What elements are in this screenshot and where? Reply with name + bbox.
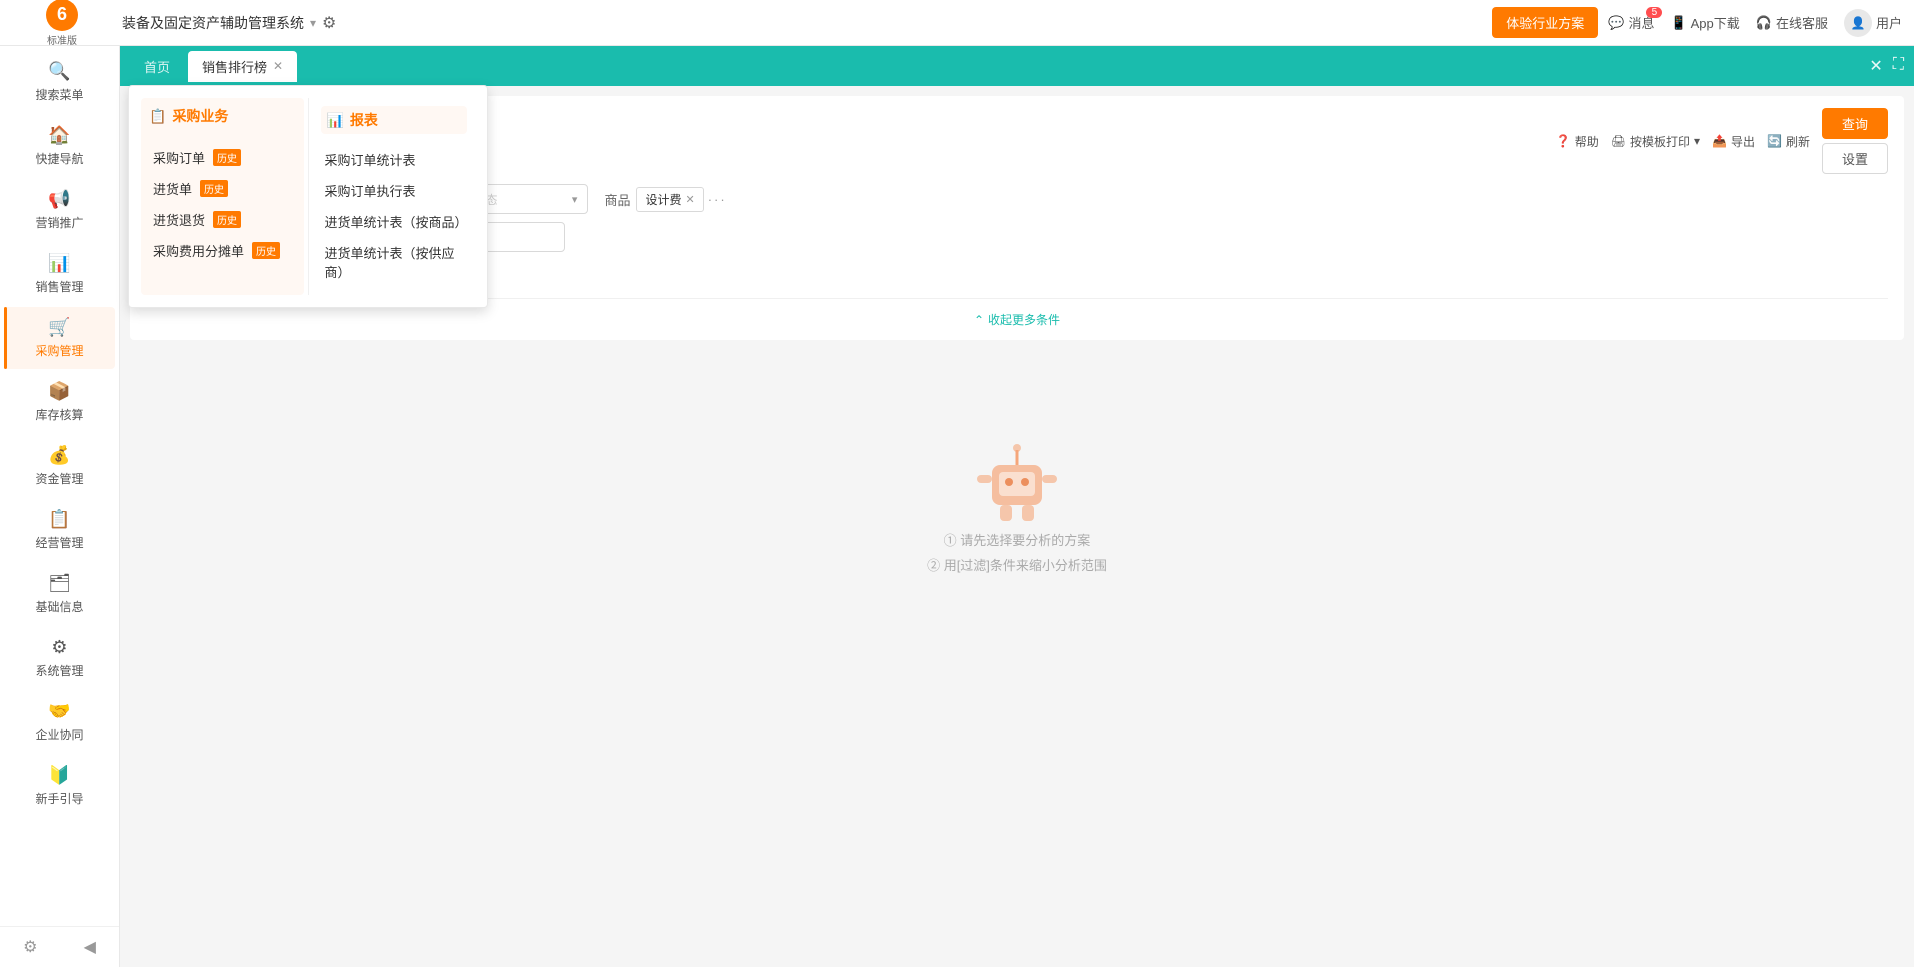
purchase-biz-icon: 📋 bbox=[149, 108, 166, 125]
tab-bar: 首页 销售排行榜 ✕ ✕ ⛶ bbox=[120, 46, 1914, 86]
tab-home[interactable]: 首页 bbox=[130, 51, 184, 82]
history-badge-3: 历史 bbox=[252, 242, 280, 259]
collapse-btn[interactable]: ⌃ 收起更多条件 bbox=[974, 311, 1060, 328]
export-icon: 📤 bbox=[1712, 134, 1727, 148]
user-btn[interactable]: 👤 用户 bbox=[1844, 9, 1902, 37]
cooperation-icon: 🤝 bbox=[48, 701, 70, 722]
empty-state: ① 请先选择要分析的方案 ② 用[过滤]条件来缩小分析范围 bbox=[130, 350, 1904, 660]
marketing-icon: 📢 bbox=[48, 189, 70, 210]
sidebar-item-inventory[interactable]: 📦 库存核算 bbox=[4, 371, 115, 433]
purchase-icon: 🛒 bbox=[48, 317, 70, 338]
history-badge-1: 历史 bbox=[200, 180, 228, 197]
sidebar-item-operations[interactable]: 📋 经营管理 bbox=[4, 499, 115, 561]
tab-sales-ranking[interactable]: 销售排行榜 ✕ bbox=[188, 51, 297, 82]
tab-bar-actions: ✕ ⛶ bbox=[1869, 56, 1904, 76]
goods-more-dots[interactable]: ··· bbox=[708, 192, 727, 207]
menu-section-purchase-title: 📋 采购业务 bbox=[149, 106, 296, 132]
industry-btn[interactable]: 体验行业方案 bbox=[1492, 7, 1598, 38]
history-badge-2: 历史 bbox=[213, 211, 241, 228]
doc-status-arrow: ▾ bbox=[572, 193, 578, 206]
sales-icon: 📊 bbox=[48, 253, 70, 274]
logo-icon: 6 bbox=[46, 0, 78, 31]
menu-item-purchase-order[interactable]: 采购订单 历史 bbox=[149, 142, 296, 173]
messages-btn[interactable]: 💬 消息 5 bbox=[1608, 13, 1654, 32]
sidebar-item-quick[interactable]: 🏠 快捷导航 bbox=[4, 115, 115, 177]
search-icon: 🔍 bbox=[48, 61, 70, 82]
messages-badge: 5 bbox=[1646, 7, 1662, 18]
tag-close-icon[interactable]: ✕ bbox=[685, 193, 694, 206]
sidebar-item-purchase[interactable]: 🛒 采购管理 bbox=[4, 307, 115, 369]
sidebar-item-cooperation[interactable]: 🤝 企业协同 bbox=[4, 691, 115, 753]
online-service-btn[interactable]: 🎧 在线客服 bbox=[1756, 13, 1828, 32]
menu-item-po-stats[interactable]: 采购订单统计表 bbox=[321, 144, 468, 175]
menu-section-purchase: 📋 采购业务 采购订单 历史 进货单 历史 进货退货 历史 采购费用分摊单 历史 bbox=[141, 98, 304, 295]
title-dropdown-arrow[interactable]: ▾ bbox=[310, 16, 316, 30]
menu-item-po-exec[interactable]: 采购订单执行表 bbox=[321, 175, 468, 206]
top-right: 💬 消息 5 📱 App下载 🎧 在线客服 👤 用户 bbox=[1608, 9, 1902, 37]
system-icon: ⚙ bbox=[51, 637, 67, 658]
menu-item-incoming-stats-goods[interactable]: 进货单统计表（按商品） bbox=[321, 206, 468, 237]
app-download-btn[interactable]: 📱 App下载 bbox=[1670, 13, 1739, 32]
purchase-dropdown-menu: 📋 采购业务 采购订单 历史 进货单 历史 进货退货 历史 采购费用分摊单 历史… bbox=[128, 85, 488, 308]
system-title: 装备及固定资产辅助管理系统 ▾ ⚙ bbox=[122, 13, 1482, 33]
query-btn[interactable]: 查询 bbox=[1822, 108, 1888, 139]
refresh-icon: 🔄 bbox=[1767, 134, 1782, 148]
sidebar-item-sales[interactable]: 📊 销售管理 bbox=[4, 243, 115, 305]
menu-item-incoming-return[interactable]: 进货退货 历史 bbox=[149, 204, 296, 235]
settings-btn[interactable]: 设置 bbox=[1822, 143, 1888, 174]
reports-icon: 📊 bbox=[327, 112, 344, 129]
tab-expand-icon[interactable]: ⛶ bbox=[1893, 56, 1904, 76]
tab-close-icon[interactable]: ✕ bbox=[273, 59, 283, 73]
menu-section-reports-title: 📊 报表 bbox=[321, 106, 468, 134]
sidebar-item-basic[interactable]: 🗂 基础信息 bbox=[4, 563, 115, 625]
sidebar-collapse-icon[interactable]: ◀ bbox=[84, 937, 96, 957]
menu-section-reports: 📊 报表 采购订单统计表 采购订单执行表 进货单统计表（按商品） 进货单统计表（… bbox=[313, 98, 476, 295]
refresh-btn[interactable]: 🔄 刷新 bbox=[1767, 133, 1810, 150]
goods-tag-1: 设计费 ✕ bbox=[636, 187, 703, 212]
avatar: 👤 bbox=[1844, 9, 1872, 37]
basic-icon: 🗂 bbox=[48, 573, 71, 594]
finance-icon: 💰 bbox=[48, 445, 70, 466]
tab-close-all-icon[interactable]: ✕ bbox=[1869, 56, 1882, 76]
sidebar-item-system[interactable]: ⚙ 系统管理 bbox=[4, 627, 115, 689]
sidebar-item-search[interactable]: 🔍 搜索菜单 bbox=[4, 51, 115, 113]
inventory-icon: 📦 bbox=[48, 381, 70, 402]
print-icon: 🖨 bbox=[1611, 134, 1626, 148]
top-bar: 6 标准版 装备及固定资产辅助管理系统 ▾ ⚙ 体验行业方案 💬 消息 5 📱 … bbox=[0, 0, 1914, 46]
robot-svg bbox=[967, 430, 1067, 530]
goods-tags: 设计费 ✕ ··· bbox=[636, 187, 726, 212]
goods-label: 商品 bbox=[604, 190, 630, 209]
sidebar-settings-icon[interactable]: ⚙ bbox=[23, 937, 37, 957]
phone-icon: 📱 bbox=[1670, 15, 1686, 31]
sidebar-item-marketing[interactable]: 📢 营销推广 bbox=[4, 179, 115, 241]
print-btn[interactable]: 🖨 按模板打印 ▾ bbox=[1611, 133, 1700, 150]
empty-tip-2: ② 用[过滤]条件来缩小分析范围 bbox=[927, 555, 1107, 574]
sidebar-item-guide[interactable]: 🔰 新手引导 bbox=[4, 755, 115, 817]
menu-item-purchase-expense[interactable]: 采购费用分摊单 历史 bbox=[149, 235, 296, 266]
menu-item-incoming-stats-supplier[interactable]: 进货单统计表（按供应商） bbox=[321, 237, 468, 287]
sidebar-bottom: ⚙ ◀ bbox=[0, 926, 119, 967]
message-icon: 💬 bbox=[1608, 15, 1624, 31]
sidebar-item-finance[interactable]: 💰 资金管理 bbox=[4, 435, 115, 497]
system-settings-icon[interactable]: ⚙ bbox=[322, 13, 336, 33]
history-badge-0: 历史 bbox=[213, 149, 241, 166]
collapse-icon: ⌃ bbox=[974, 313, 984, 327]
export-btn[interactable]: 📤 导出 bbox=[1712, 133, 1755, 150]
guide-icon: 🔰 bbox=[48, 765, 70, 786]
goods-filter-group: 商品 设计费 ✕ ··· bbox=[604, 187, 726, 212]
help-icon: ❓ bbox=[1556, 134, 1571, 148]
help-btn[interactable]: ❓ 帮助 bbox=[1556, 133, 1599, 150]
empty-illustration bbox=[967, 430, 1067, 530]
menu-item-incoming[interactable]: 进货单 历史 bbox=[149, 173, 296, 204]
headset-icon: 🎧 bbox=[1756, 15, 1772, 31]
logo-area: 6 标准版 bbox=[12, 0, 112, 47]
empty-tip-1: ① 请先选择要分析的方案 bbox=[944, 530, 1091, 549]
sidebar: 🔍 搜索菜单 🏠 快捷导航 📢 营销推广 📊 销售管理 🛒 采购管理 📦 库存核… bbox=[0, 46, 120, 967]
home-icon: 🏠 bbox=[48, 125, 70, 146]
menu-section-divider bbox=[308, 98, 309, 295]
logo-text: 标准版 bbox=[47, 32, 77, 47]
operations-icon: 📋 bbox=[48, 509, 70, 530]
print-arrow-icon: ▾ bbox=[1694, 134, 1700, 148]
system-title-text: 装备及固定资产辅助管理系统 bbox=[122, 13, 304, 33]
